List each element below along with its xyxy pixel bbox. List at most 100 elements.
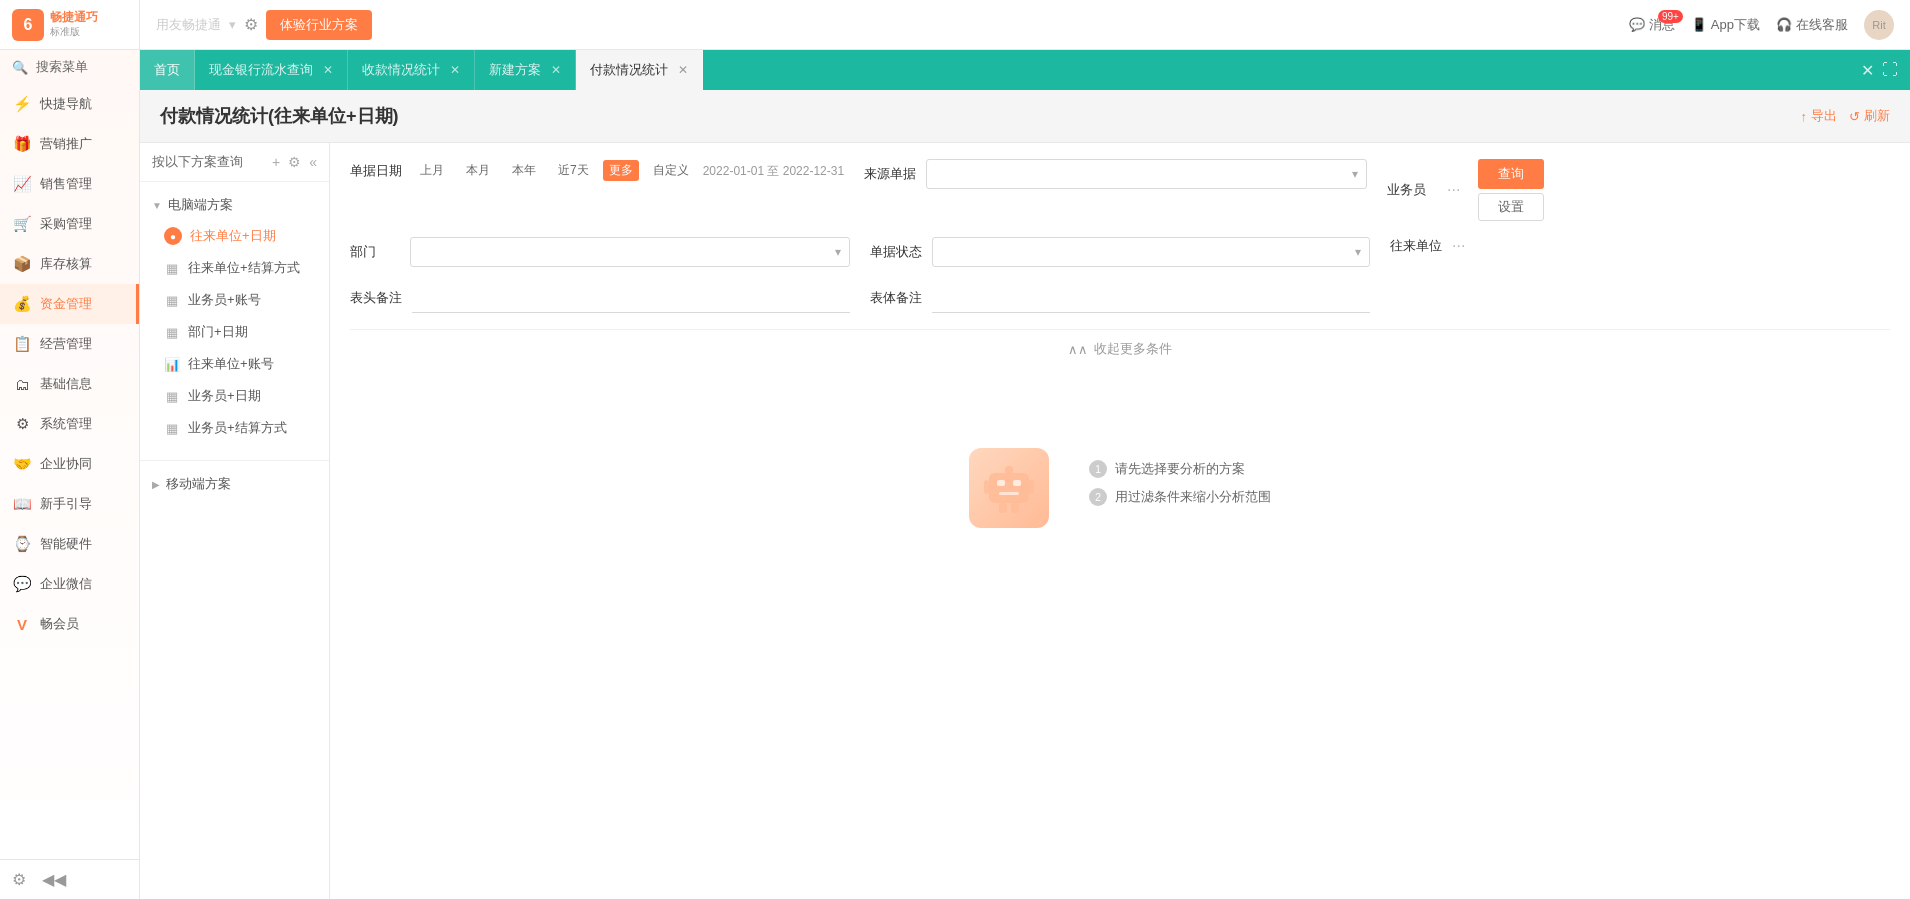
search-menu-item[interactable]: 🔍 搜索菜单 <box>0 50 139 84</box>
panel-item-dept-date[interactable]: ▦ 部门+日期 <box>140 316 329 348</box>
mobile-section-label: 移动端方案 <box>166 475 231 493</box>
brand-name: 用友畅捷通 <box>156 16 221 34</box>
settings-button[interactable]: 设置 <box>1478 193 1544 221</box>
body-note-input[interactable] <box>932 283 1370 313</box>
sidebar-item-basic[interactable]: 🗂 基础信息 <box>0 364 139 404</box>
panel-item-salesman-account[interactable]: ▦ 业务员+账号 <box>140 284 329 316</box>
panel-add-icon[interactable]: + <box>272 154 280 170</box>
date-btn-this-year[interactable]: 本年 <box>504 159 544 182</box>
tab-close-all-icon[interactable]: ✕ <box>1861 61 1874 80</box>
export-icon: ↑ <box>1801 109 1808 124</box>
date-btn-last-month[interactable]: 上月 <box>412 159 452 182</box>
tab-expand-icon[interactable]: ⛶ <box>1882 61 1898 79</box>
sidebar-item-capital[interactable]: 💰 资金管理 <box>0 284 139 324</box>
panel-item-unit-date[interactable]: ● 往来单位+日期 <box>140 220 329 252</box>
date-btn-custom[interactable]: 自定义 <box>645 159 697 182</box>
hint-item-1: 1 请先选择要分析的方案 <box>1089 460 1271 478</box>
user-avatar[interactable]: Rit <box>1864 10 1894 40</box>
member-icon: V <box>12 614 32 634</box>
filter-row-3: 表头备注 表体备注 <box>350 283 1890 313</box>
sidebar-item-quick-nav[interactable]: ⚡ 快捷导航 <box>0 84 139 124</box>
sidebar-item-member[interactable]: V 畅会员 <box>0 604 139 644</box>
query-button[interactable]: 查询 <box>1478 159 1544 189</box>
topbar-gear-icon[interactable]: ⚙ <box>244 15 258 34</box>
desktop-section-header[interactable]: ▼ 电脑端方案 <box>140 190 329 220</box>
tab-home[interactable]: 首页 <box>140 50 195 90</box>
unit-settle-label: 往来单位+结算方式 <box>188 259 300 277</box>
app-download-button[interactable]: 📱 App下载 <box>1691 16 1760 34</box>
receipts-tab-close-icon[interactable]: ✕ <box>450 63 460 77</box>
desktop-arrow-icon: ▼ <box>152 200 162 211</box>
panel-collapse-icon[interactable]: « <box>309 154 317 170</box>
dept-date-icon: ▦ <box>164 324 180 340</box>
search-icon: 🔍 <box>12 60 28 75</box>
marketing-icon: 🎁 <box>12 134 32 154</box>
collapse-filters-button[interactable]: ∧∧ 收起更多条件 <box>350 329 1890 368</box>
date-btn-this-month[interactable]: 本月 <box>458 159 498 182</box>
svg-rect-6 <box>1029 480 1034 494</box>
source-voucher-arrow-icon: ▾ <box>1352 167 1358 181</box>
new-plan-tab-close-icon[interactable]: ✕ <box>551 63 561 77</box>
tabbar: 首页 现金银行流水查询 ✕ 收款情况统计 ✕ 新建方案 ✕ 付款情况统计 ✕ ✕… <box>140 50 1910 90</box>
guide-icon: 📖 <box>12 494 32 514</box>
payments-tab-close-icon[interactable]: ✕ <box>678 63 688 77</box>
sidebar-item-enterprise[interactable]: 🤝 企业协同 <box>0 444 139 484</box>
dept-arrow-icon: ▾ <box>835 245 841 259</box>
sidebar-item-sales[interactable]: 📈 销售管理 <box>0 164 139 204</box>
tab-payments[interactable]: 付款情况统计 ✕ <box>576 50 703 90</box>
sidebar-item-purchase[interactable]: 🛒 采购管理 <box>0 204 139 244</box>
sidebar-bottom: ⚙ ◀◀ <box>0 859 139 899</box>
home-tab-label: 首页 <box>154 61 180 79</box>
hardware-label: 智能硬件 <box>40 535 92 553</box>
tab-new-plan[interactable]: 新建方案 ✕ <box>475 50 576 90</box>
date-btn-more[interactable]: 更多 <box>603 160 639 181</box>
basic-icon: 🗂 <box>12 374 32 394</box>
bank-tab-close-icon[interactable]: ✕ <box>323 63 333 77</box>
trial-button[interactable]: 体验行业方案 <box>266 10 372 40</box>
associated-unit-field: 往来单位 ··· <box>1390 237 1890 255</box>
header-note-label: 表头备注 <box>350 289 402 307</box>
panel-item-salesman-date[interactable]: ▦ 业务员+日期 <box>140 380 329 412</box>
mobile-section-header[interactable]: ▶ 移动端方案 <box>140 469 329 499</box>
inventory-icon: 📦 <box>12 254 32 274</box>
refresh-label: 刷新 <box>1864 107 1890 125</box>
sidebar-item-system[interactable]: ⚙ 系统管理 <box>0 404 139 444</box>
refresh-button[interactable]: ↺ 刷新 <box>1849 107 1890 125</box>
dept-field: 部门 ▾ <box>350 237 850 267</box>
panel-settings-icon[interactable]: ⚙ <box>288 154 301 170</box>
unit-account-icon: 📊 <box>164 356 180 372</box>
panel-item-salesman-settle[interactable]: ▦ 业务员+结算方式 <box>140 412 329 444</box>
panel-item-unit-account[interactable]: 📊 往来单位+账号 <box>140 348 329 380</box>
source-voucher-select[interactable]: ▾ <box>926 159 1367 189</box>
hardware-icon: ⌚ <box>12 534 32 554</box>
tab-bank[interactable]: 现金银行流水查询 ✕ <box>195 50 348 90</box>
settings-bottom-icon[interactable]: ⚙ <box>12 870 26 889</box>
voucher-status-select[interactable]: ▾ <box>932 237 1370 267</box>
sidebar-item-guide[interactable]: 📖 新手引导 <box>0 484 139 524</box>
guide-label: 新手引导 <box>40 495 92 513</box>
dept-label: 部门 <box>350 243 400 261</box>
source-voucher-field: 来源单据 ▾ <box>864 159 1367 189</box>
basic-label: 基础信息 <box>40 375 92 393</box>
refresh-icon: ↺ <box>1849 109 1860 124</box>
filter-row-2: 部门 ▾ 单据状态 ▾ 往来单位 ··· <box>350 237 1890 267</box>
salesman-account-icon: ▦ <box>164 292 180 308</box>
dept-select[interactable]: ▾ <box>410 237 850 267</box>
collapse-sidebar-icon[interactable]: ◀◀ <box>42 870 66 889</box>
panel-item-unit-settle[interactable]: ▦ 往来单位+结算方式 <box>140 252 329 284</box>
sidebar-item-operations[interactable]: 📋 经营管理 <box>0 324 139 364</box>
date-btn-7days[interactable]: 近7天 <box>550 159 597 182</box>
sidebar-item-marketing[interactable]: 🎁 营销推广 <box>0 124 139 164</box>
online-service-button[interactable]: 🎧 在线客服 <box>1776 16 1848 34</box>
empty-hint: 1 请先选择要分析的方案 2 用过滤条件来缩小分析范围 <box>1089 460 1271 516</box>
messages-button[interactable]: 💬 消息 99+ <box>1629 16 1675 34</box>
svg-rect-7 <box>999 503 1007 513</box>
sidebar-item-hardware[interactable]: ⌚ 智能硬件 <box>0 524 139 564</box>
sidebar-item-wechat[interactable]: 💬 企业微信 <box>0 564 139 604</box>
sidebar-item-inventory[interactable]: 📦 库存核算 <box>0 244 139 284</box>
quick-nav-icon: ⚡ <box>12 94 32 114</box>
export-button[interactable]: ↑ 导出 <box>1801 107 1838 125</box>
tabbar-actions: ✕ ⛶ <box>1861 61 1910 80</box>
header-note-input[interactable] <box>412 283 850 313</box>
tab-receipts[interactable]: 收款情况统计 ✕ <box>348 50 475 90</box>
